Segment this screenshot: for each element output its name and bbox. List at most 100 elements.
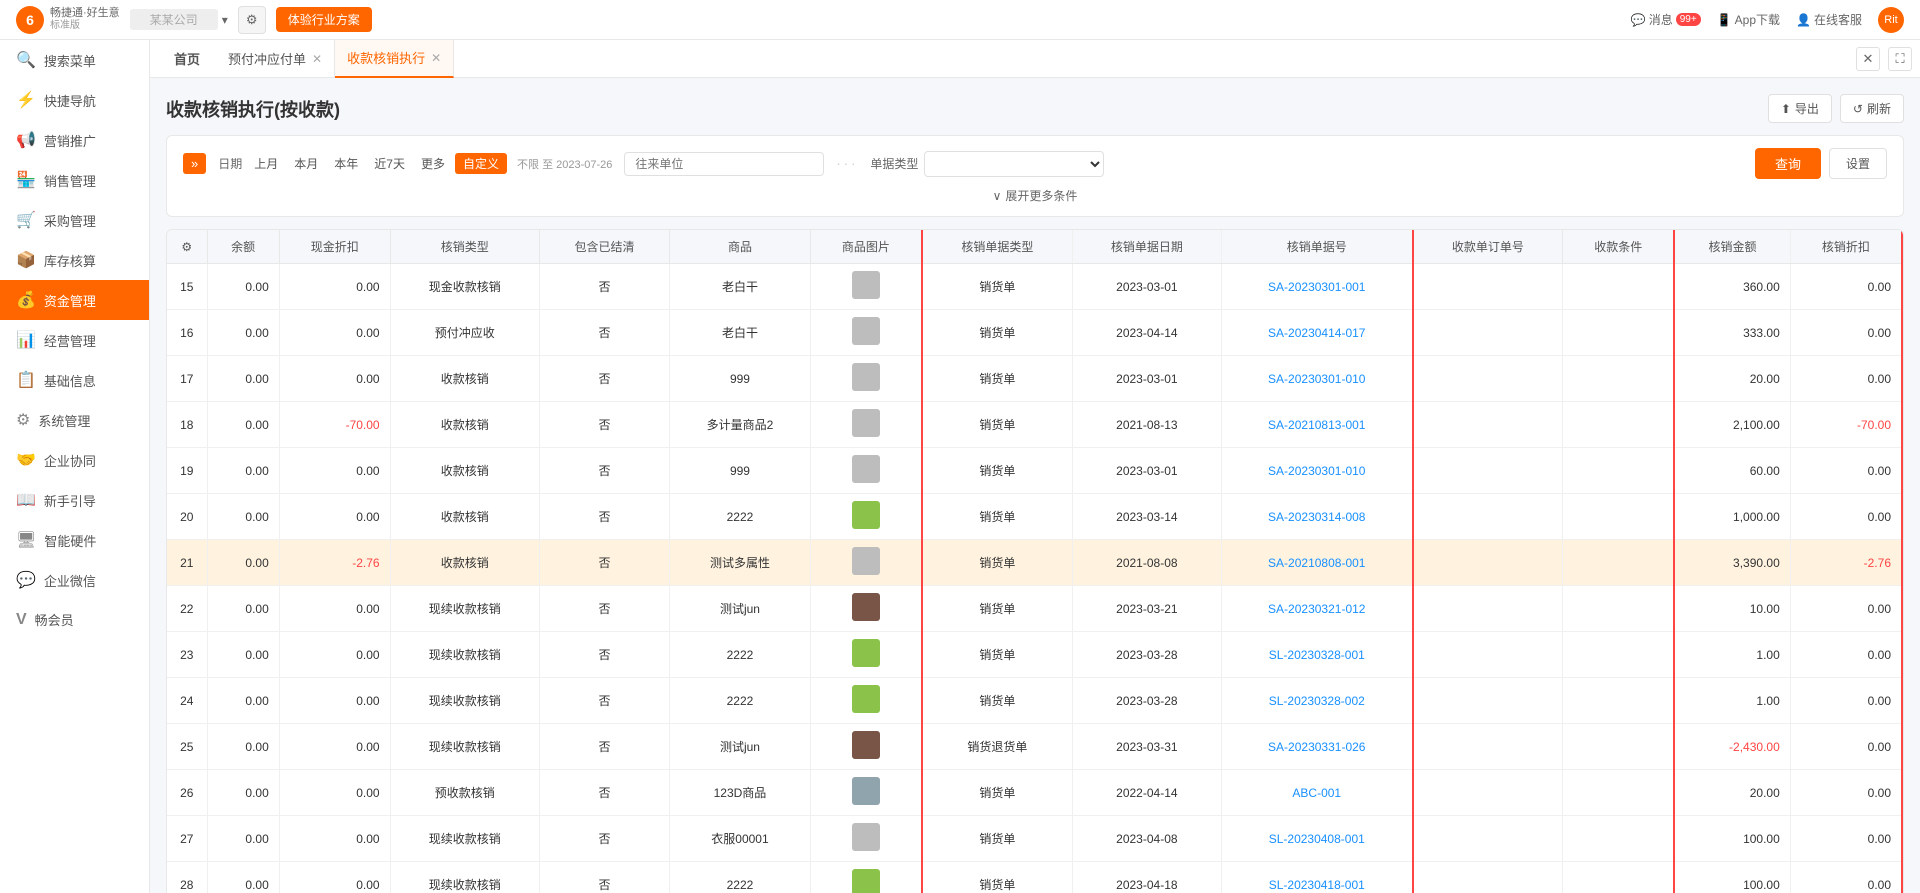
sidebar-item-label: 采购管理: [44, 211, 96, 230]
sidebar-item-hardware[interactable]: 🖥 智能硬件: [0, 520, 149, 560]
sidebar-item-label: 系统管理: [38, 411, 90, 430]
cell-id: 23: [167, 632, 207, 678]
export-button[interactable]: ⬆ 导出: [1768, 94, 1832, 123]
bill-no-link[interactable]: SA-20230321-012: [1268, 602, 1365, 616]
tab-writeoff-close[interactable]: ✕: [431, 51, 441, 65]
period-custom[interactable]: 自定义: [455, 153, 507, 174]
sidebar-item-search[interactable]: 🔍 搜索菜单: [0, 40, 149, 80]
cell-write-off-discount: 0.00: [1790, 862, 1902, 893]
cell-goods-img: [810, 402, 922, 448]
bill-no-link[interactable]: SA-20230314-008: [1268, 510, 1365, 524]
cell-bill-date: 2023-04-18: [1072, 862, 1221, 893]
cell-bill-category: 销货单: [922, 356, 1072, 402]
cell-cash-discount: 0.00: [279, 678, 390, 724]
cell-write-off-discount: 0.00: [1790, 448, 1902, 494]
sidebar-item-purchase[interactable]: 🛒 采购管理: [0, 200, 149, 240]
bill-no-link[interactable]: SL-20230418-001: [1269, 878, 1365, 892]
cell-bill-category: 销货退货单: [922, 724, 1072, 770]
table-scroll[interactable]: ⚙ 余额 现金折扣 核销类型 包含已结清 商品 商品图片 核销单据类型 核销单据…: [167, 230, 1903, 893]
company-selector[interactable]: 某某公司 ▾: [130, 9, 228, 30]
bill-no-link[interactable]: SA-20210813-001: [1268, 418, 1365, 432]
cell-cash-discount: 0.00: [279, 264, 390, 310]
expand-conditions-button[interactable]: ∨ 展开更多条件: [993, 187, 1078, 204]
cell-write-off-type: 现续收款核销: [390, 724, 539, 770]
top-bar-right: 💬 消息 99+ 📱 App下载 👤 在线客服 Rit: [1631, 7, 1904, 33]
cell-balance: 0.00: [207, 402, 279, 448]
table-row: 17 0.00 0.00 收款核销 否 999 销货单 2023-03-01 S…: [167, 356, 1902, 402]
period-this-month[interactable]: 本月: [288, 153, 324, 174]
cell-cash-discount: -70.00: [279, 402, 390, 448]
cell-goods: 2222: [670, 678, 811, 724]
cell-payment-terms: [1563, 632, 1675, 678]
bill-no-link[interactable]: SL-20230408-001: [1269, 832, 1365, 846]
cell-write-off-amount: 100.00: [1674, 862, 1790, 893]
bill-type-select[interactable]: [924, 151, 1104, 177]
period-last-month[interactable]: 上月: [248, 153, 284, 174]
cell-write-off-amount: -2,430.00: [1674, 724, 1790, 770]
tab-expand-button[interactable]: ⛶: [1888, 47, 1912, 71]
sidebar-item-shortcut[interactable]: ⚡ 快捷导航: [0, 80, 149, 120]
cell-id: 22: [167, 586, 207, 632]
cell-goods: 123D商品: [670, 770, 811, 816]
cell-bill-no: SA-20210808-001: [1222, 540, 1413, 586]
trial-button[interactable]: 体验行业方案: [276, 7, 372, 32]
bill-no-link[interactable]: SA-20230301-010: [1268, 372, 1365, 386]
page-title: 收款核销执行(按收款): [166, 96, 340, 122]
user-avatar[interactable]: Rit: [1878, 7, 1904, 33]
cell-balance: 0.00: [207, 448, 279, 494]
sidebar-item-guide[interactable]: 📖 新手引导: [0, 480, 149, 520]
wechat-icon: 💬: [16, 570, 36, 590]
bill-no-link[interactable]: SA-20210808-001: [1268, 556, 1365, 570]
cell-collection-order-no: [1413, 264, 1563, 310]
filter-settings-button[interactable]: 设置: [1829, 148, 1887, 179]
sidebar-item-operations[interactable]: 📊 经营管理: [0, 320, 149, 360]
tab-home[interactable]: 首页: [158, 49, 216, 68]
settings-button[interactable]: ⚙: [238, 6, 266, 34]
messages-button[interactable]: 💬 消息 99+: [1631, 11, 1701, 28]
period-this-year[interactable]: 本年: [328, 153, 364, 174]
sidebar-item-marketing[interactable]: 📢 营销推广: [0, 120, 149, 160]
sidebar-item-collab[interactable]: 🤝 企业协同: [0, 440, 149, 480]
chat-icon: 💬: [1631, 13, 1646, 27]
sidebar: 🔍 搜索菜单 ⚡ 快捷导航 📢 营销推广 🏪 销售管理 🛒 采购管理 📦 库存核…: [0, 40, 150, 893]
sidebar-item-member[interactable]: V 畅会员: [0, 600, 149, 639]
purchase-icon: 🛒: [16, 210, 36, 230]
bill-no-link[interactable]: ABC-001: [1292, 786, 1341, 800]
bill-no-link[interactable]: SA-20230301-010: [1268, 464, 1365, 478]
refresh-button[interactable]: ↺ 刷新: [1840, 94, 1904, 123]
cell-write-off-amount: 100.00: [1674, 816, 1790, 862]
tab-prepayment-close[interactable]: ✕: [312, 52, 322, 66]
partner-input[interactable]: [624, 152, 824, 176]
bill-no-link[interactable]: SL-20230328-002: [1269, 694, 1365, 708]
bill-no-link[interactable]: SA-20230331-026: [1268, 740, 1365, 754]
app-download-button[interactable]: 📱 App下载: [1717, 11, 1780, 28]
cell-bill-no: SL-20230328-002: [1222, 678, 1413, 724]
table-row: 15 0.00 0.00 现金收款核销 否 老白干 销货单 2023-03-01…: [167, 264, 1902, 310]
cell-bill-date: 2023-03-14: [1072, 494, 1221, 540]
cell-bill-no: SA-20230301-010: [1222, 448, 1413, 494]
online-service-button[interactable]: 👤 在线客服: [1796, 11, 1862, 28]
sidebar-item-finance[interactable]: 💰 资金管理: [0, 280, 149, 320]
cell-id: 15: [167, 264, 207, 310]
cell-goods-img: [810, 264, 922, 310]
bill-no-link[interactable]: SL-20230328-001: [1269, 648, 1365, 662]
period-more[interactable]: 更多: [415, 153, 451, 174]
bill-no-link[interactable]: SA-20230301-001: [1268, 280, 1365, 294]
cell-cash-discount: 0.00: [279, 724, 390, 770]
sidebar-item-basic[interactable]: 📋 基础信息: [0, 360, 149, 400]
query-button[interactable]: 查询: [1755, 148, 1821, 179]
sidebar-item-wechat[interactable]: 💬 企业微信: [0, 560, 149, 600]
bill-no-link[interactable]: SA-20230414-017: [1268, 326, 1365, 340]
filter-toggle-button[interactable]: »: [183, 153, 206, 174]
cell-balance: 0.00: [207, 356, 279, 402]
sidebar-item-inventory[interactable]: 📦 库存核算: [0, 240, 149, 280]
tab-writeoff[interactable]: 收款核销执行 ✕: [335, 40, 454, 78]
tab-prepayment[interactable]: 预付冲应付单 ✕: [216, 40, 335, 78]
cell-collection-order-no: [1413, 678, 1563, 724]
sidebar-item-sales[interactable]: 🏪 销售管理: [0, 160, 149, 200]
marketing-icon: 📢: [16, 130, 36, 150]
sidebar-item-system[interactable]: ⚙ 系统管理: [0, 400, 149, 440]
cell-bill-date: 2023-03-28: [1072, 678, 1221, 724]
tab-close-button[interactable]: ✕: [1856, 47, 1880, 71]
period-7days[interactable]: 近7天: [368, 153, 411, 174]
